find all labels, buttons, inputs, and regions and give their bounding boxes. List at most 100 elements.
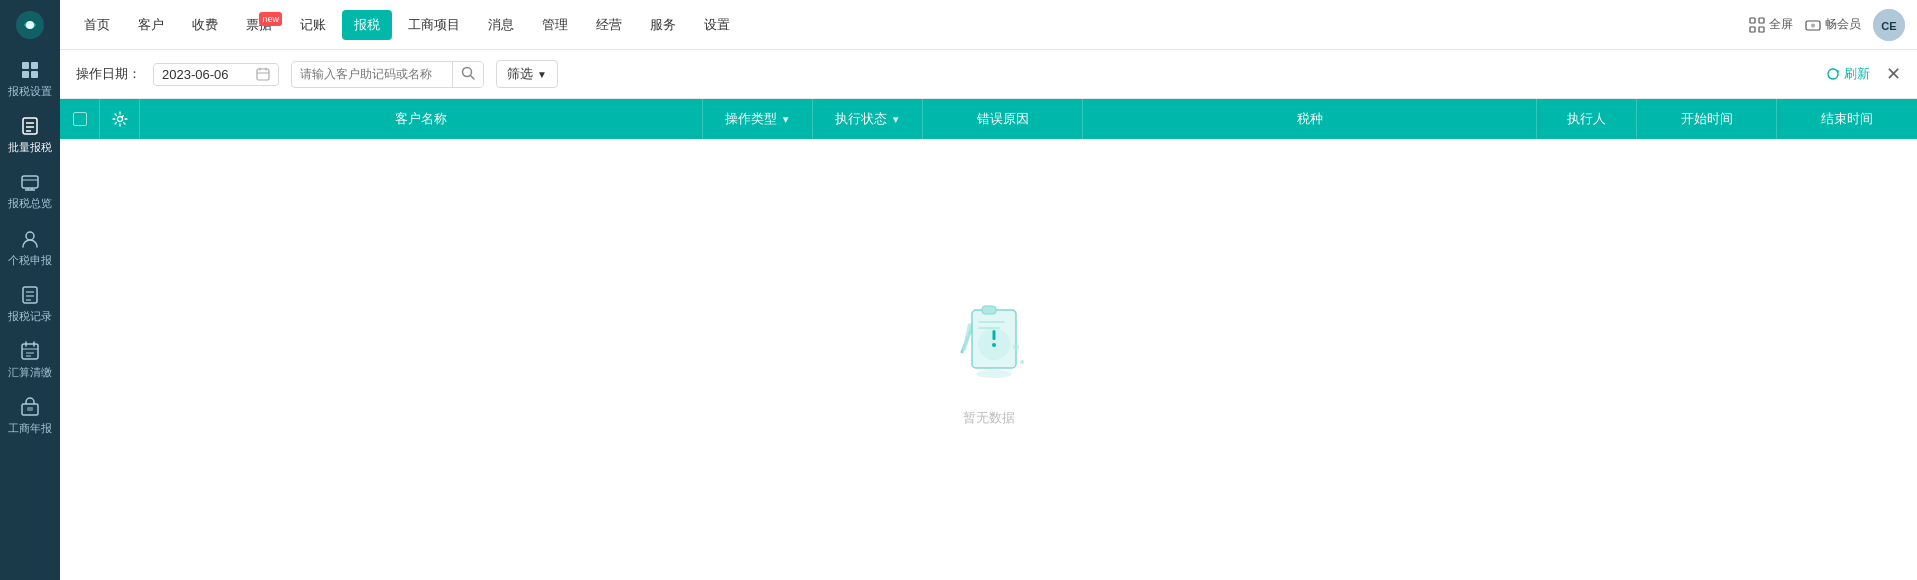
filter-label: 筛选 (507, 65, 533, 83)
th-optype[interactable]: 操作类型 ▼ (703, 99, 813, 139)
svg-rect-46 (982, 306, 996, 314)
th-status[interactable]: 执行状态 ▼ (813, 99, 923, 139)
th-endtime: 结束时间 (1777, 99, 1917, 139)
nav-item-shezhi[interactable]: 设置 (692, 10, 742, 40)
nav-item-customer[interactable]: 客户 (126, 10, 176, 40)
close-button[interactable]: ✕ (1886, 65, 1901, 83)
top-nav-right: 全屏 畅会员 CE (1749, 9, 1905, 41)
sidebar-item-baoshui-zonglian[interactable]: 报税总览 (0, 162, 60, 218)
toolbar-right: 刷新 ✕ (1826, 65, 1901, 83)
baoshui-jilu-icon (16, 283, 44, 307)
search-wrapper (291, 61, 484, 88)
svg-point-1 (26, 21, 34, 29)
geshui-shenbao-icon (16, 227, 44, 251)
th-starttime: 开始时间 (1637, 99, 1777, 139)
th-reason: 错误原因 (923, 99, 1083, 139)
svg-rect-3 (31, 62, 38, 69)
empty-text: 暂无数据 (963, 409, 1015, 427)
sidebar-item-huisuan-jiaona-label: 汇算清缴 (8, 366, 52, 379)
svg-rect-2 (22, 62, 29, 69)
svg-rect-5 (31, 71, 38, 78)
baoshui-shezhi-icon (16, 58, 44, 82)
sidebar-item-piliang-baoshui-label: 批量报税 (8, 141, 52, 154)
sidebar-item-baoshui-shezhi-label: 报税设置 (8, 85, 52, 98)
sidebar-item-baoshui-jilu-label: 报税记录 (8, 310, 52, 323)
nav-item-fuwu[interactable]: 服务 (638, 10, 688, 40)
piliang-baoshui-icon (16, 114, 44, 138)
svg-rect-30 (1750, 27, 1755, 32)
nav-item-shoufei[interactable]: 收费 (180, 10, 230, 40)
svg-rect-10 (22, 176, 38, 188)
sidebar: 报税设置 批量报税 报税总览 个税申报 报税记录 汇算清缴 工商 (0, 0, 60, 580)
fullscreen-label: 全屏 (1769, 16, 1793, 33)
nav-item-xiaoxi[interactable]: 消息 (476, 10, 526, 40)
svg-point-33 (1811, 23, 1815, 27)
svg-point-15 (26, 232, 34, 240)
sidebar-item-baoshui-jilu[interactable]: 报税记录 (0, 275, 60, 331)
status-sort-icon: ▼ (891, 114, 901, 125)
svg-rect-29 (1759, 18, 1764, 23)
svg-rect-36 (257, 69, 269, 80)
refresh-button[interactable]: 刷新 (1826, 65, 1870, 83)
search-button[interactable] (452, 62, 483, 87)
baoshui-zonglian-icon (16, 170, 44, 194)
svg-rect-28 (1750, 18, 1755, 23)
main-area: 首页 客户 收费 票据 new 记账 报税 工商项目 消息 (60, 0, 1917, 580)
svg-point-52 (1013, 344, 1019, 350)
svg-rect-4 (22, 71, 29, 78)
date-input[interactable] (162, 67, 250, 82)
table-header: 客户名称 操作类型 ▼ 执行状态 ▼ 错误原因 税种 执行人 (60, 99, 1917, 139)
filter-button[interactable]: 筛选 ▼ (496, 60, 558, 88)
th-settings[interactable] (100, 99, 140, 139)
th-executor: 执行人 (1537, 99, 1637, 139)
nav-item-guanli[interactable]: 管理 (530, 10, 580, 40)
empty-state: 暂无数据 (944, 292, 1034, 427)
svg-line-41 (471, 75, 475, 79)
sidebar-item-geshui-shenbao[interactable]: 个税申报 (0, 219, 60, 275)
nav-item-piaoju[interactable]: 票据 new (234, 10, 284, 40)
search-input[interactable] (292, 63, 452, 85)
sidebar-item-baoshui-shezhi[interactable]: 报税设置 (0, 50, 60, 106)
avatar[interactable]: CE (1873, 9, 1905, 41)
empty-illustration (944, 292, 1034, 397)
sidebar-item-geshui-shenbao-label: 个税申报 (8, 254, 52, 267)
table-wrapper: 客户名称 操作类型 ▼ 执行状态 ▼ 错误原因 税种 执行人 (60, 99, 1917, 580)
sidebar-item-baoshui-zonglian-label: 报税总览 (8, 197, 52, 210)
toolbar: 操作日期： 筛选 ▼ 刷新 ✕ (60, 50, 1917, 99)
svg-rect-48 (992, 330, 995, 340)
svg-point-53 (1020, 360, 1024, 364)
date-picker[interactable] (153, 63, 279, 86)
content-area: 操作日期： 筛选 ▼ 刷新 ✕ (60, 50, 1917, 580)
svg-rect-31 (1759, 27, 1764, 32)
sidebar-item-gongshang-nianbao-label: 工商年报 (8, 422, 52, 435)
sidebar-item-piliang-baoshui[interactable]: 批量报税 (0, 106, 60, 162)
date-label: 操作日期： (76, 65, 141, 83)
svg-text:CE: CE (1881, 20, 1896, 32)
nav-item-jizhang[interactable]: 记账 (288, 10, 338, 40)
nav-item-gongshang[interactable]: 工商项目 (396, 10, 472, 40)
svg-point-49 (992, 343, 996, 347)
nav-item-home[interactable]: 首页 (72, 10, 122, 40)
nav-item-baoshui[interactable]: 报税 (342, 10, 392, 40)
svg-rect-20 (22, 344, 38, 359)
refresh-label: 刷新 (1844, 65, 1870, 83)
new-badge: new (259, 12, 282, 26)
svg-rect-27 (27, 407, 33, 411)
nav-items: 首页 客户 收费 票据 new 记账 报税 工商项目 消息 (72, 10, 1749, 40)
filter-chevron-icon: ▼ (537, 69, 547, 80)
th-checkbox[interactable] (60, 99, 100, 139)
vip-button[interactable]: 畅会员 (1805, 16, 1861, 33)
app-logo (0, 0, 60, 50)
header-checkbox[interactable] (73, 112, 87, 126)
vip-label: 畅会员 (1825, 16, 1861, 33)
sidebar-item-huisuan-jiaona[interactable]: 汇算清缴 (0, 331, 60, 387)
huisuan-jiaona-icon (16, 339, 44, 363)
fullscreen-button[interactable]: 全屏 (1749, 16, 1793, 33)
th-taxtype: 税种 (1083, 99, 1537, 139)
sidebar-item-gongshang-nianbao[interactable]: 工商年报 (0, 387, 60, 443)
svg-rect-16 (23, 287, 37, 303)
th-client: 客户名称 (140, 99, 703, 139)
svg-point-54 (976, 370, 1012, 378)
top-nav: 首页 客户 收费 票据 new 记账 报税 工商项目 消息 (60, 0, 1917, 50)
nav-item-jingying[interactable]: 经营 (584, 10, 634, 40)
